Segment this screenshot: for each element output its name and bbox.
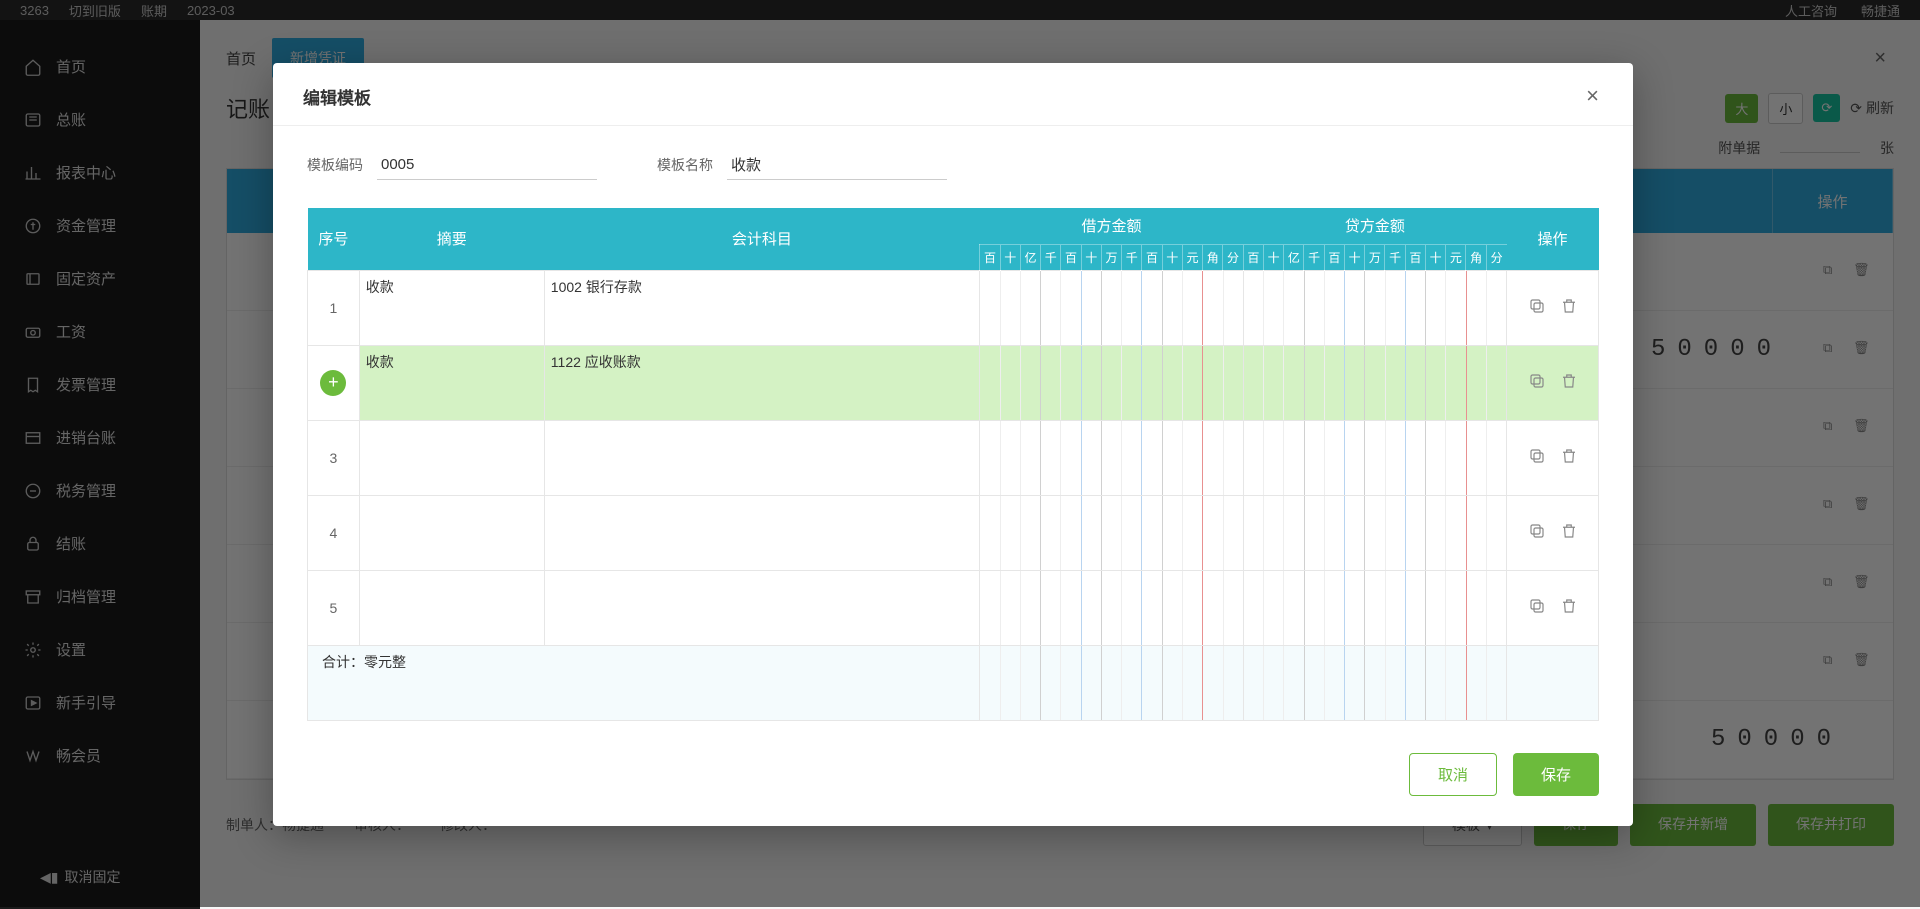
total-debit: [980, 645, 1243, 720]
add-row-button[interactable]: +: [320, 370, 346, 396]
digit-header: 百: [1405, 244, 1425, 270]
digit-header: 百: [1243, 244, 1263, 270]
edit-template-modal: 编辑模板 × 模板编码 模板名称 序号 摘要 会计科目 借方金额 贷方金额: [273, 63, 1633, 826]
row-seq: 1: [308, 270, 360, 345]
digit-header: 千: [1385, 244, 1405, 270]
digit-header: 千: [1041, 244, 1061, 270]
row-summary[interactable]: [359, 420, 544, 495]
row-credit[interactable]: [1243, 495, 1506, 570]
row-debit[interactable]: [980, 345, 1243, 420]
total-op: [1507, 645, 1599, 720]
row-summary[interactable]: [359, 570, 544, 645]
row-op: [1507, 495, 1599, 570]
col-debit-header: 借方金额: [980, 208, 1243, 244]
row-seq: +: [308, 345, 360, 420]
delete-icon[interactable]: [1560, 597, 1578, 618]
row-seq: 4: [308, 495, 360, 570]
row-seq: 3: [308, 420, 360, 495]
copy-icon[interactable]: [1528, 372, 1546, 393]
row-credit[interactable]: [1243, 345, 1506, 420]
template-code-label: 模板编码: [307, 155, 363, 175]
digit-header: 十: [1263, 244, 1283, 270]
digit-header: 十: [1344, 244, 1364, 270]
digit-header: 百: [1142, 244, 1162, 270]
digit-header: 千: [1122, 244, 1142, 270]
digit-header: 亿: [1284, 244, 1304, 270]
digit-header: 十: [1081, 244, 1101, 270]
digit-header: 分: [1486, 244, 1506, 270]
modal-title: 编辑模板: [303, 84, 371, 109]
copy-icon[interactable]: [1528, 297, 1546, 318]
row-account[interactable]: [544, 420, 980, 495]
digit-header: 百: [1061, 244, 1081, 270]
row-seq: 5: [308, 570, 360, 645]
row-credit[interactable]: [1243, 570, 1506, 645]
delete-icon[interactable]: [1560, 447, 1578, 468]
template-name-input[interactable]: [727, 150, 947, 180]
row-debit[interactable]: [980, 270, 1243, 345]
row-summary[interactable]: 收款: [359, 345, 544, 420]
template-row[interactable]: 4: [308, 495, 1599, 570]
template-code-input[interactable]: [377, 150, 597, 180]
template-row[interactable]: + 收款1122 应收账款: [308, 345, 1599, 420]
digit-header: 百: [1324, 244, 1344, 270]
digit-header: 十: [1000, 244, 1020, 270]
row-op: [1507, 420, 1599, 495]
digit-header: 角: [1203, 244, 1223, 270]
cancel-button[interactable]: 取消: [1409, 753, 1497, 796]
copy-icon[interactable]: [1528, 597, 1546, 618]
row-credit[interactable]: [1243, 270, 1506, 345]
row-account[interactable]: 1002 银行存款: [544, 270, 980, 345]
row-summary[interactable]: [359, 495, 544, 570]
delete-icon[interactable]: [1560, 297, 1578, 318]
total-credit: [1243, 645, 1506, 720]
template-row[interactable]: 3: [308, 420, 1599, 495]
template-name-label: 模板名称: [657, 155, 713, 175]
digit-header: 十: [1162, 244, 1182, 270]
template-row[interactable]: 5: [308, 570, 1599, 645]
digit-header: 万: [1101, 244, 1121, 270]
row-debit[interactable]: [980, 420, 1243, 495]
row-summary[interactable]: 收款: [359, 270, 544, 345]
row-debit[interactable]: [980, 570, 1243, 645]
row-account[interactable]: 1122 应收账款: [544, 345, 980, 420]
col-credit-header: 贷方金额: [1243, 208, 1506, 244]
delete-icon[interactable]: [1560, 522, 1578, 543]
digit-header: 元: [1182, 244, 1202, 270]
row-op: [1507, 570, 1599, 645]
row-account[interactable]: [544, 570, 980, 645]
copy-icon[interactable]: [1528, 522, 1546, 543]
template-table: 序号 摘要 会计科目 借方金额 贷方金额 操作 百十亿千百十万千百十元角分百十亿…: [307, 208, 1599, 721]
digit-header: 元: [1446, 244, 1466, 270]
digit-header: 万: [1365, 244, 1385, 270]
col-account-header: 会计科目: [544, 208, 980, 270]
digit-header: 千: [1304, 244, 1324, 270]
col-op-header: 操作: [1507, 208, 1599, 270]
digit-header: 百: [980, 244, 1000, 270]
row-account[interactable]: [544, 495, 980, 570]
save-button[interactable]: 保存: [1513, 753, 1599, 796]
row-debit[interactable]: [980, 495, 1243, 570]
delete-icon[interactable]: [1560, 372, 1578, 393]
col-summary-header: 摘要: [359, 208, 544, 270]
close-icon[interactable]: ×: [1582, 83, 1603, 109]
template-row[interactable]: 1收款1002 银行存款: [308, 270, 1599, 345]
total-label: 合计：零元整: [308, 645, 980, 720]
digit-header: 分: [1223, 244, 1243, 270]
digit-header: 角: [1466, 244, 1486, 270]
copy-icon[interactable]: [1528, 447, 1546, 468]
row-op: [1507, 345, 1599, 420]
row-op: [1507, 270, 1599, 345]
digit-header: 十: [1425, 244, 1445, 270]
col-seq-header: 序号: [308, 208, 360, 270]
digit-header: 亿: [1020, 244, 1040, 270]
row-credit[interactable]: [1243, 420, 1506, 495]
